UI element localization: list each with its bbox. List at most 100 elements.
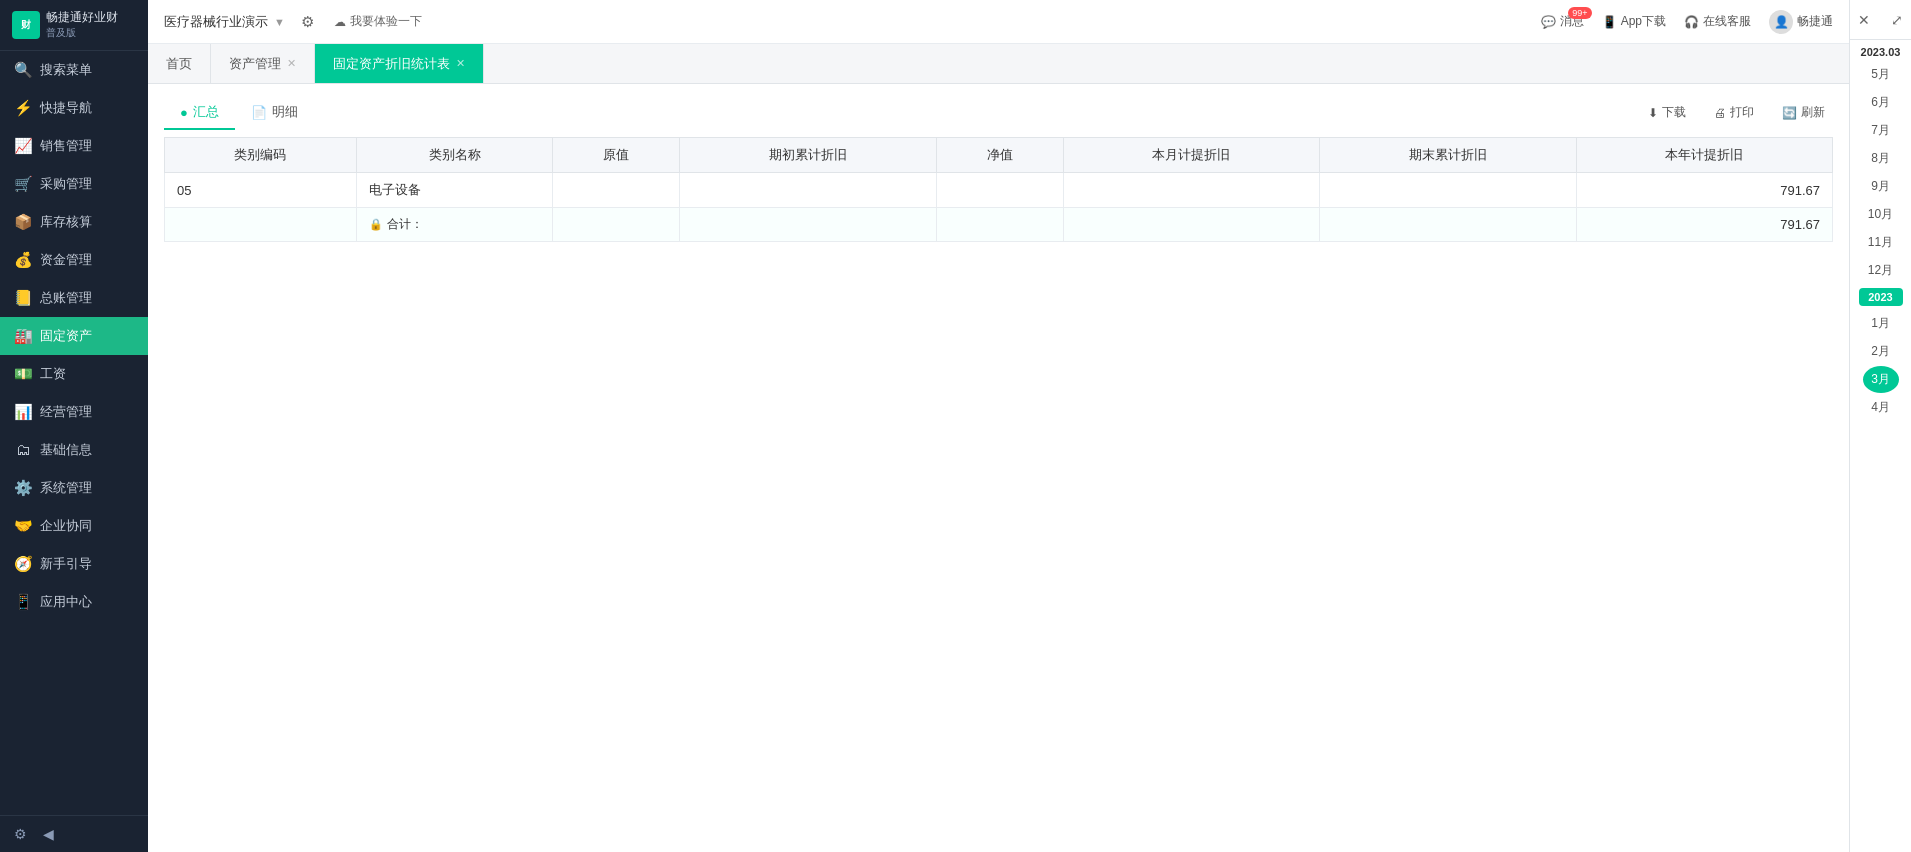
sidebar-label-fixed: 固定资产 bbox=[40, 327, 92, 345]
print-button[interactable]: 🖨 打印 bbox=[1706, 100, 1762, 125]
sub-tab-detail[interactable]: 📄 明细 bbox=[235, 96, 314, 130]
tab-asset-manage[interactable]: 资产管理 ✕ bbox=[211, 44, 315, 83]
sidebar-item-ledger[interactable]: 📒 总账管理 bbox=[0, 279, 148, 317]
month-item-7月[interactable]: 7月 bbox=[1859, 117, 1903, 144]
month-item-2月[interactable]: 2月 bbox=[1859, 338, 1903, 365]
month-item-4月[interactable]: 4月 bbox=[1859, 394, 1903, 421]
total-monthly bbox=[1063, 208, 1319, 242]
cell-net bbox=[936, 173, 1063, 208]
sidebar-item-ops[interactable]: 📊 经营管理 bbox=[0, 393, 148, 431]
cell-annual: 791.67 bbox=[1576, 173, 1832, 208]
table-total-row: 🔒 合计： 791.67 bbox=[165, 208, 1833, 242]
message-badge: 99+ bbox=[1568, 7, 1591, 19]
print-label: 打印 bbox=[1730, 104, 1754, 121]
download-label: 下载 bbox=[1662, 104, 1686, 121]
sidebar-item-salary[interactable]: 💵 工资 bbox=[0, 355, 148, 393]
customer-service-action[interactable]: 🎧 在线客服 bbox=[1684, 13, 1751, 30]
month-item-3月[interactable]: 3月 bbox=[1863, 366, 1899, 393]
message-icon: 💬 bbox=[1541, 15, 1556, 29]
col-net: 净值 bbox=[936, 138, 1063, 173]
panel-expand-button[interactable]: ⤢ bbox=[1891, 12, 1903, 28]
sidebar-icon-salary: 💵 bbox=[14, 365, 32, 383]
sidebar-item-coopbiz[interactable]: 🤝 企业协同 bbox=[0, 507, 148, 545]
sidebar-item-fixed[interactable]: 🏭 固定资产 bbox=[0, 317, 148, 355]
sidebar-item-sales[interactable]: 📈 销售管理 bbox=[0, 127, 148, 165]
tab-asset-manage-close[interactable]: ✕ bbox=[287, 57, 296, 70]
settings-icon[interactable]: ⚙ bbox=[14, 826, 27, 842]
sidebar-item-basicinfo[interactable]: 🗂 基础信息 bbox=[0, 431, 148, 469]
month-item-6月[interactable]: 6月 bbox=[1859, 89, 1903, 116]
sub-tab-detail-label: 明细 bbox=[272, 103, 298, 121]
content-area: ● 汇总 📄 明细 ⬇ 下载 🖨 打印 🔄 bbox=[148, 84, 1849, 852]
sidebar-item-purchase[interactable]: 🛒 采购管理 bbox=[0, 165, 148, 203]
month-item-12月[interactable]: 12月 bbox=[1859, 257, 1903, 284]
topbar-settings-icon[interactable]: ⚙ bbox=[301, 13, 314, 31]
sub-tab-summary-label: 汇总 bbox=[193, 103, 219, 121]
sidebar-item-quicknav[interactable]: ⚡ 快捷导航 bbox=[0, 89, 148, 127]
sidebar-item-newguide[interactable]: 🧭 新手引导 bbox=[0, 545, 148, 583]
month-item-11月[interactable]: 11月 bbox=[1859, 229, 1903, 256]
sidebar-label-appcenter: 应用中心 bbox=[40, 593, 92, 611]
total-net bbox=[936, 208, 1063, 242]
month-item-8月[interactable]: 8月 bbox=[1859, 145, 1903, 172]
app-logo-sub: 普及版 bbox=[46, 26, 118, 40]
panel-close-bar: ✕ ⤢ bbox=[1850, 0, 1911, 40]
customer-service-icon: 🎧 bbox=[1684, 15, 1699, 29]
experience-button[interactable]: ☁ 我要体验一下 bbox=[334, 13, 422, 30]
collapse-icon[interactable]: ◀ bbox=[43, 826, 54, 842]
sidebar-item-sysmanage[interactable]: ⚙️ 系统管理 bbox=[0, 469, 148, 507]
sidebar-logo: 财 畅捷通好业财 普及版 bbox=[0, 0, 148, 51]
sidebar-item-finance[interactable]: 💰 资金管理 bbox=[0, 241, 148, 279]
col-annual: 本年计提折旧 bbox=[1576, 138, 1832, 173]
sidebar-label-ledger: 总账管理 bbox=[40, 289, 92, 307]
sidebar-item-appcenter[interactable]: 📱 应用中心 bbox=[0, 583, 148, 621]
sidebar-icon-inventory: 📦 bbox=[14, 213, 32, 231]
company-selector[interactable]: 医疗器械行业演示 ▼ bbox=[164, 13, 285, 31]
cell-period-accum bbox=[1320, 173, 1576, 208]
sidebar-label-quicknav: 快捷导航 bbox=[40, 99, 92, 117]
app-download-action[interactable]: 📱 App下载 bbox=[1602, 13, 1666, 30]
tab-depreciation[interactable]: 固定资产折旧统计表 ✕ bbox=[315, 44, 484, 83]
experience-icon: ☁ bbox=[334, 15, 346, 29]
col-period-accum: 期末累计折旧 bbox=[1320, 138, 1576, 173]
app-download-label: App下载 bbox=[1621, 13, 1666, 30]
user-menu[interactable]: 👤 畅捷通 bbox=[1769, 10, 1833, 34]
tabs-bar: 首页 资产管理 ✕ 固定资产折旧统计表 ✕ bbox=[148, 44, 1849, 84]
sidebar-item-inventory[interactable]: 📦 库存核算 bbox=[0, 203, 148, 241]
total-initial-accum bbox=[680, 208, 936, 242]
month-item-1月[interactable]: 1月 bbox=[1859, 310, 1903, 337]
month-item-5月[interactable]: 5月 bbox=[1859, 61, 1903, 88]
subtab-toolbar-row: ● 汇总 📄 明细 ⬇ 下载 🖨 打印 🔄 bbox=[164, 96, 1833, 129]
col-name: 类别名称 bbox=[356, 138, 553, 173]
col-original: 原值 bbox=[553, 138, 680, 173]
topbar: 医疗器械行业演示 ▼ ⚙ ☁ 我要体验一下 💬 消息 99+ 📱 App下载 🎧… bbox=[148, 0, 1849, 44]
total-label-text: 合计： bbox=[387, 216, 423, 233]
sidebar-nav: 🔍 搜索菜单 ⚡ 快捷导航 📈 销售管理 🛒 采购管理 📦 库存核算 💰 资金管… bbox=[0, 51, 148, 815]
cell-original bbox=[553, 173, 680, 208]
tab-depreciation-label: 固定资产折旧统计表 bbox=[333, 55, 450, 73]
total-annual: 791.67 bbox=[1576, 208, 1832, 242]
col-code: 类别编码 bbox=[165, 138, 357, 173]
refresh-icon: 🔄 bbox=[1782, 106, 1797, 120]
panel-close-button[interactable]: ✕ bbox=[1858, 12, 1870, 28]
message-action[interactable]: 💬 消息 99+ bbox=[1541, 13, 1584, 30]
sidebar-item-search[interactable]: 🔍 搜索菜单 bbox=[0, 51, 148, 89]
total-empty bbox=[165, 208, 357, 242]
sidebar-icon-finance: 💰 bbox=[14, 251, 32, 269]
month-item-9月[interactable]: 9月 bbox=[1859, 173, 1903, 200]
detail-icon: 📄 bbox=[251, 105, 267, 120]
refresh-label: 刷新 bbox=[1801, 104, 1825, 121]
tab-depreciation-close[interactable]: ✕ bbox=[456, 57, 465, 70]
tab-home[interactable]: 首页 bbox=[148, 44, 211, 83]
sub-tab-summary[interactable]: ● 汇总 bbox=[164, 96, 235, 130]
month-item-10月[interactable]: 10月 bbox=[1859, 201, 1903, 228]
sidebar-label-coopbiz: 企业协同 bbox=[40, 517, 92, 535]
panel-year-header: 2023.03 bbox=[1861, 40, 1901, 60]
refresh-button[interactable]: 🔄 刷新 bbox=[1774, 100, 1833, 125]
app-logo-icon: 财 bbox=[12, 11, 40, 39]
cell-name: 电子设备 bbox=[356, 173, 553, 208]
avatar: 👤 bbox=[1769, 10, 1793, 34]
sidebar-label-inventory: 库存核算 bbox=[40, 213, 92, 231]
customer-service-label: 在线客服 bbox=[1703, 13, 1751, 30]
download-button[interactable]: ⬇ 下载 bbox=[1640, 100, 1694, 125]
